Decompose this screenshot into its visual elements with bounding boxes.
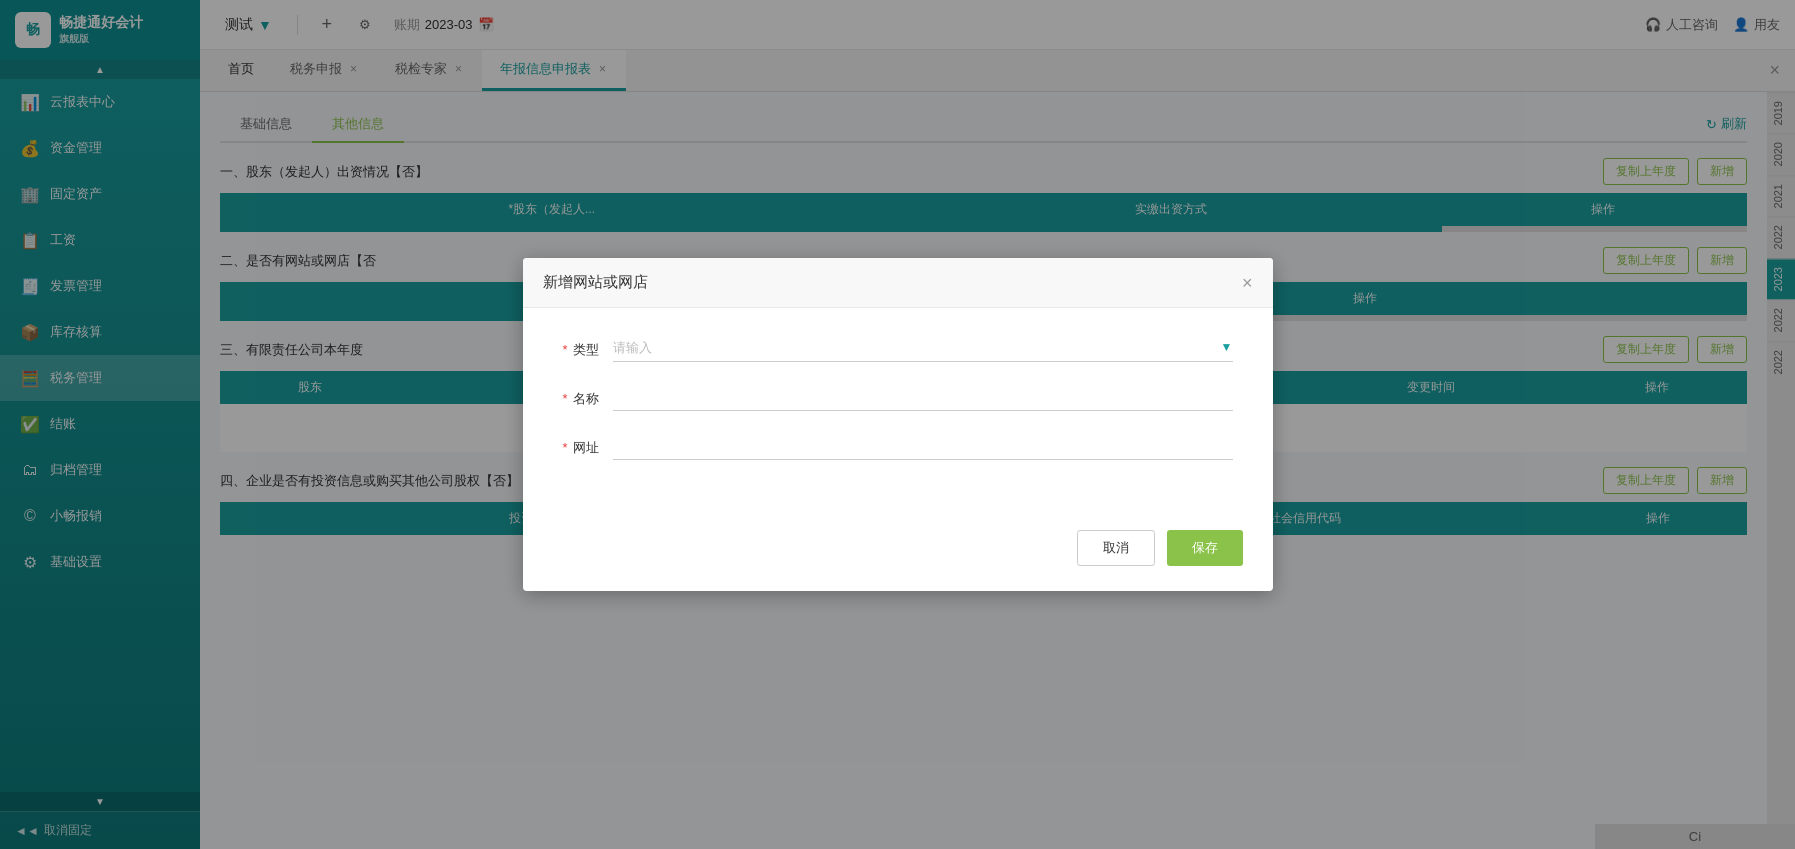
name-input[interactable] <box>613 387 1233 406</box>
dialog-title: 新增网站或网店 <box>543 273 648 292</box>
dialog-close-button[interactable]: × <box>1242 274 1253 292</box>
dialog-body: * 类型 ▼ * 名称 * <box>523 308 1273 515</box>
form-input-wrapper-type: ▼ <box>613 338 1233 362</box>
dialog-header: 新增网站或网店 × <box>523 258 1273 308</box>
dialog-footer: 取消 保存 <box>523 515 1273 591</box>
form-input-wrapper-name <box>613 387 1233 411</box>
cancel-button[interactable]: 取消 <box>1077 530 1155 566</box>
form-label-type: * 类型 <box>563 341 603 359</box>
form-field-name: * 名称 <box>563 387 1233 411</box>
form-field-type: * 类型 ▼ <box>563 338 1233 362</box>
dialog-add-website: 新增网站或网店 × * 类型 ▼ * 名称 <box>523 258 1273 591</box>
type-input[interactable] <box>613 338 1233 357</box>
form-input-wrapper-url <box>613 436 1233 460</box>
form-label-name: * 名称 <box>563 390 603 408</box>
form-field-url: * 网址 <box>563 436 1233 460</box>
save-button[interactable]: 保存 <box>1167 530 1243 566</box>
url-input[interactable] <box>613 436 1233 455</box>
form-label-url: * 网址 <box>563 439 603 457</box>
modal-overlay[interactable]: 新增网站或网店 × * 类型 ▼ * 名称 <box>0 0 1795 849</box>
type-dropdown-arrow[interactable]: ▼ <box>1221 340 1233 354</box>
